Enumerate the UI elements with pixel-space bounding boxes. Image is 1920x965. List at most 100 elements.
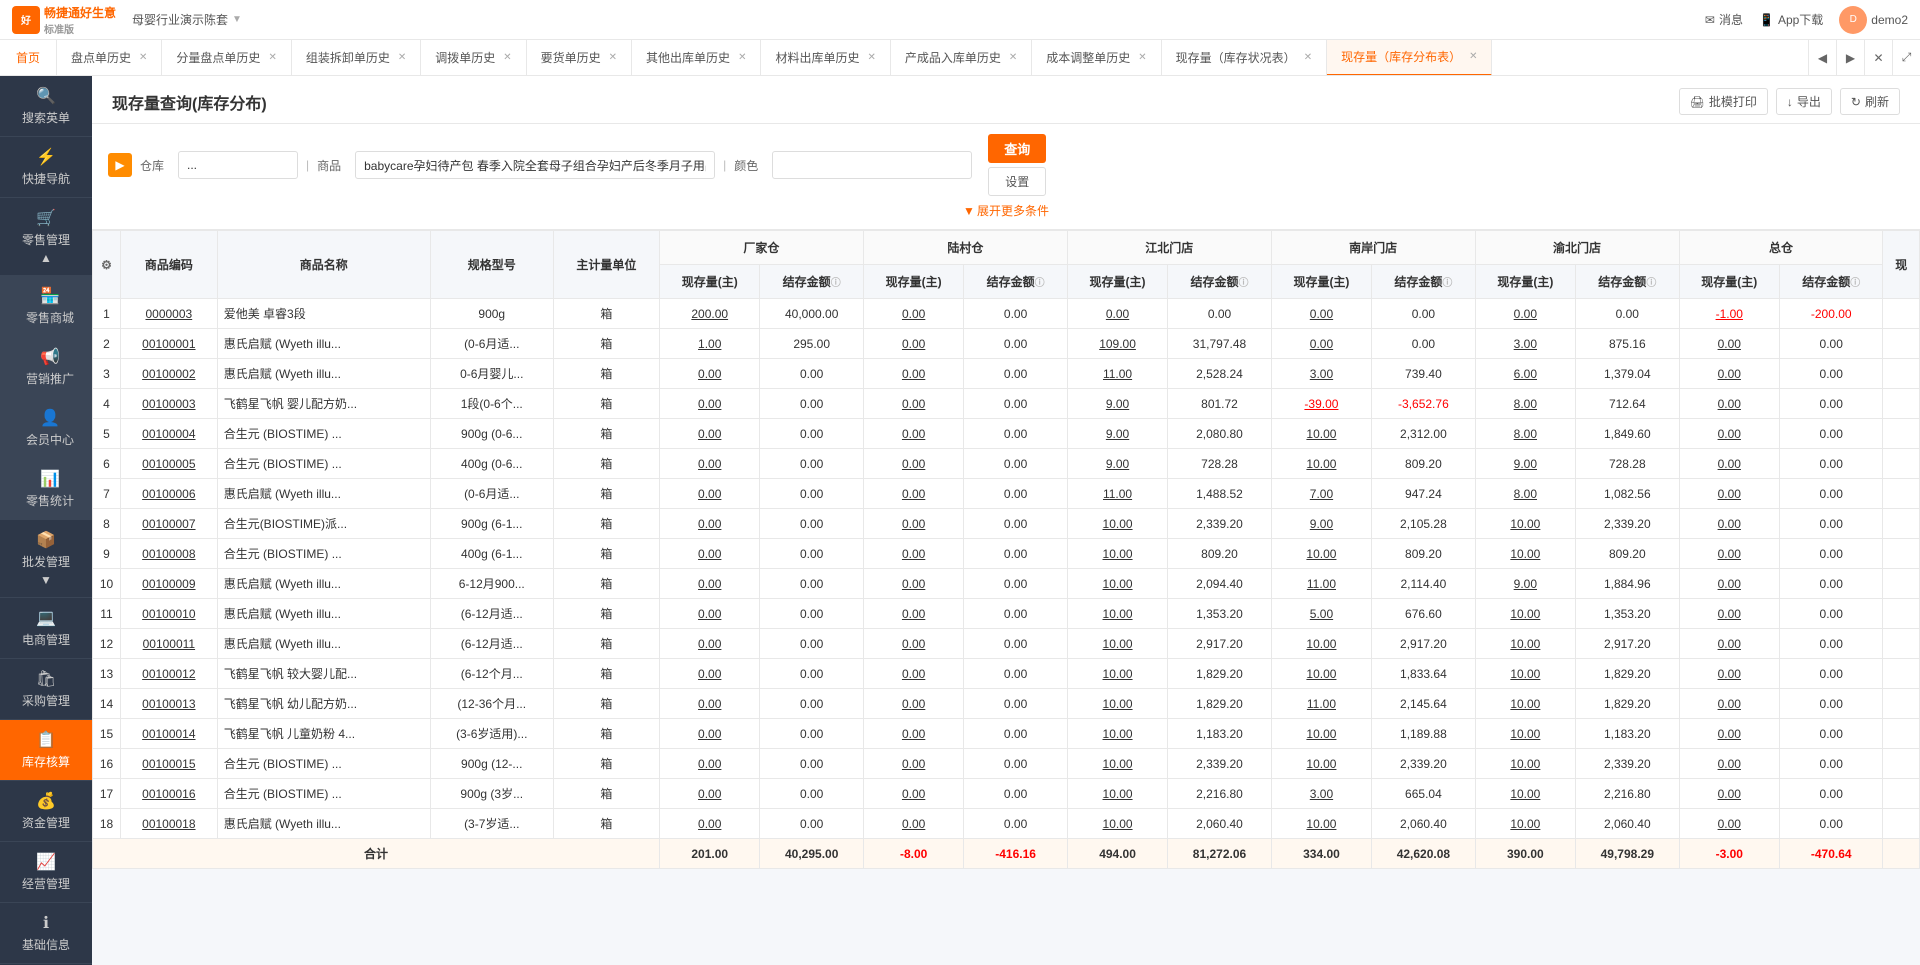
cell-jiangbei-cur[interactable]: 10.00 <box>1067 719 1167 749</box>
th-gear[interactable]: ⚙ <box>93 231 121 299</box>
cell-nanan-cur[interactable]: 3.00 <box>1271 779 1371 809</box>
cell-total-cur[interactable]: -1.00 <box>1679 299 1779 329</box>
cell-lucun-cur[interactable]: 0.00 <box>863 629 963 659</box>
yubei-info-icon[interactable]: ⓘ <box>1646 278 1656 289</box>
sidebar-item-ecommerce[interactable]: 💻 电商管理 <box>0 598 92 659</box>
cell-yubei-cur[interactable]: 0.00 <box>1475 299 1575 329</box>
cell-code[interactable]: 00100011 <box>121 629 218 659</box>
close-icon[interactable]: ✕ <box>609 52 617 63</box>
cell-code[interactable]: 00100012 <box>121 659 218 689</box>
cell-changjia-cur[interactable]: 0.00 <box>659 569 759 599</box>
cell-lucun-cur[interactable]: 0.00 <box>863 659 963 689</box>
close-icon[interactable]: ✕ <box>139 52 147 63</box>
cell-total-cur[interactable]: 0.00 <box>1679 809 1779 839</box>
close-icon[interactable]: ✕ <box>268 52 276 63</box>
close-icon[interactable]: ✕ <box>503 52 511 63</box>
nanan-info-icon[interactable]: ⓘ <box>1442 278 1452 289</box>
close-icon[interactable]: ✕ <box>1009 52 1017 63</box>
cell-changjia-cur[interactable]: 1.00 <box>659 329 759 359</box>
lucun-info-icon[interactable]: ⓘ <box>1035 278 1045 289</box>
cell-code[interactable]: 00100007 <box>121 509 218 539</box>
message-btn[interactable]: ✉ 消息 <box>1705 11 1743 28</box>
cell-total-cur[interactable]: 0.00 <box>1679 359 1779 389</box>
cell-yubei-cur[interactable]: 10.00 <box>1475 539 1575 569</box>
cell-jiangbei-cur[interactable]: 10.00 <box>1067 659 1167 689</box>
cell-lucun-cur[interactable]: 0.00 <box>863 509 963 539</box>
tab-kucun-fenbu[interactable]: 现存量（库存分布表） ✕ <box>1327 40 1492 76</box>
sidebar-item-finance[interactable]: 💰 资金管理 <box>0 781 92 842</box>
nav-next-btn[interactable]: ▶ <box>1836 40 1864 76</box>
cell-nanan-cur[interactable]: 5.00 <box>1271 599 1371 629</box>
export-btn[interactable]: ↓ 导出 <box>1776 88 1832 115</box>
sidebar-item-purchase[interactable]: 🛍 采购管理 <box>0 659 92 720</box>
cell-jiangbei-cur[interactable]: 10.00 <box>1067 779 1167 809</box>
cell-total-cur[interactable]: 0.00 <box>1679 599 1779 629</box>
cell-lucun-cur[interactable]: 0.00 <box>863 569 963 599</box>
cell-code[interactable]: 00100016 <box>121 779 218 809</box>
tab-kucun-zhuangkuang[interactable]: 现存量（库存状况表） ✕ <box>1162 40 1327 76</box>
close-icon[interactable]: ✕ <box>738 52 746 63</box>
sidebar-item-member[interactable]: 👤 会员中心 <box>0 398 92 459</box>
cell-yubei-cur[interactable]: 10.00 <box>1475 719 1575 749</box>
sidebar-item-inventory[interactable]: 📋 库存核算 <box>0 720 92 781</box>
tab-pcrk[interactable]: 产成品入库单历史 ✕ <box>891 40 1032 76</box>
warehouse-input[interactable] <box>178 151 298 179</box>
cell-total-cur[interactable]: 0.00 <box>1679 449 1779 479</box>
cell-nanan-cur[interactable]: 9.00 <box>1271 509 1371 539</box>
cell-total-cur[interactable]: 0.00 <box>1679 329 1779 359</box>
cell-changjia-cur[interactable]: 200.00 <box>659 299 759 329</box>
cell-yubei-cur[interactable]: 10.00 <box>1475 779 1575 809</box>
close-icon[interactable]: ✕ <box>398 52 406 63</box>
cell-changjia-cur[interactable]: 0.00 <box>659 749 759 779</box>
org-selector[interactable]: 母婴行业演示陈套 ▼ <box>132 11 242 28</box>
cell-code[interactable]: 00100013 <box>121 689 218 719</box>
cell-total-cur[interactable]: 0.00 <box>1679 539 1779 569</box>
cell-lucun-cur[interactable]: 0.00 <box>863 599 963 629</box>
cell-code[interactable]: 00100001 <box>121 329 218 359</box>
cell-total-cur[interactable]: 0.00 <box>1679 659 1779 689</box>
tab-fenpandian[interactable]: 分量盘点单历史 ✕ <box>162 40 291 76</box>
cell-yubei-cur[interactable]: 9.00 <box>1475 569 1575 599</box>
close-icon[interactable]: ✕ <box>1469 51 1477 62</box>
cell-lucun-cur[interactable]: 0.00 <box>863 329 963 359</box>
cell-jiangbei-cur[interactable]: 10.00 <box>1067 749 1167 779</box>
cell-nanan-cur[interactable]: 3.00 <box>1271 359 1371 389</box>
cell-jiangbei-cur[interactable]: 10.00 <box>1067 689 1167 719</box>
cell-nanan-cur[interactable]: 11.00 <box>1271 689 1371 719</box>
cell-changjia-cur[interactable]: 0.00 <box>659 779 759 809</box>
cell-total-cur[interactable]: 0.00 <box>1679 569 1779 599</box>
cell-lucun-cur[interactable]: 0.00 <box>863 419 963 449</box>
tab-cbtz[interactable]: 成本调整单历史 ✕ <box>1032 40 1161 76</box>
product-input[interactable] <box>355 151 715 179</box>
cell-lucun-cur[interactable]: 0.00 <box>863 689 963 719</box>
cell-total-cur[interactable]: 0.00 <box>1679 629 1779 659</box>
cell-code[interactable]: 00100010 <box>121 599 218 629</box>
cell-yubei-cur[interactable]: 8.00 <box>1475 479 1575 509</box>
cell-jiangbei-cur[interactable]: 0.00 <box>1067 299 1167 329</box>
cell-nanan-cur[interactable]: -39.00 <box>1271 389 1371 419</box>
cell-lucun-cur[interactable]: 0.00 <box>863 779 963 809</box>
cell-yubei-cur[interactable]: 3.00 <box>1475 329 1575 359</box>
close-icon[interactable]: ✕ <box>1138 52 1146 63</box>
cell-code[interactable]: 00100005 <box>121 449 218 479</box>
cell-jiangbei-cur[interactable]: 11.00 <box>1067 479 1167 509</box>
tab-clck[interactable]: 材料出库单历史 ✕ <box>761 40 890 76</box>
sidebar-item-marketing[interactable]: 📢 营销推广 <box>0 337 92 398</box>
nav-expand-btn[interactable]: ⤢ <box>1892 40 1920 76</box>
cell-yubei-cur[interactable]: 10.00 <box>1475 809 1575 839</box>
cell-yubei-cur[interactable]: 10.00 <box>1475 749 1575 779</box>
expand-conditions-btn[interactable]: ▼ 展开更多条件 <box>963 202 1049 219</box>
cell-nanan-cur[interactable]: 10.00 <box>1271 419 1371 449</box>
cell-lucun-cur[interactable]: 0.00 <box>863 479 963 509</box>
changjia-info-icon[interactable]: ⓘ <box>831 278 841 289</box>
cell-jiangbei-cur[interactable]: 11.00 <box>1067 359 1167 389</box>
cell-jiangbei-cur[interactable]: 10.00 <box>1067 509 1167 539</box>
cell-changjia-cur[interactable]: 0.00 <box>659 389 759 419</box>
jiangbei-info-icon[interactable]: ⓘ <box>1239 278 1249 289</box>
cell-lucun-cur[interactable]: 0.00 <box>863 299 963 329</box>
cell-changjia-cur[interactable]: 0.00 <box>659 539 759 569</box>
cell-nanan-cur[interactable]: 0.00 <box>1271 329 1371 359</box>
cell-total-cur[interactable]: 0.00 <box>1679 779 1779 809</box>
cell-changjia-cur[interactable]: 0.00 <box>659 659 759 689</box>
sidebar-item-nav[interactable]: ⚡ 快捷导航 <box>0 137 92 198</box>
